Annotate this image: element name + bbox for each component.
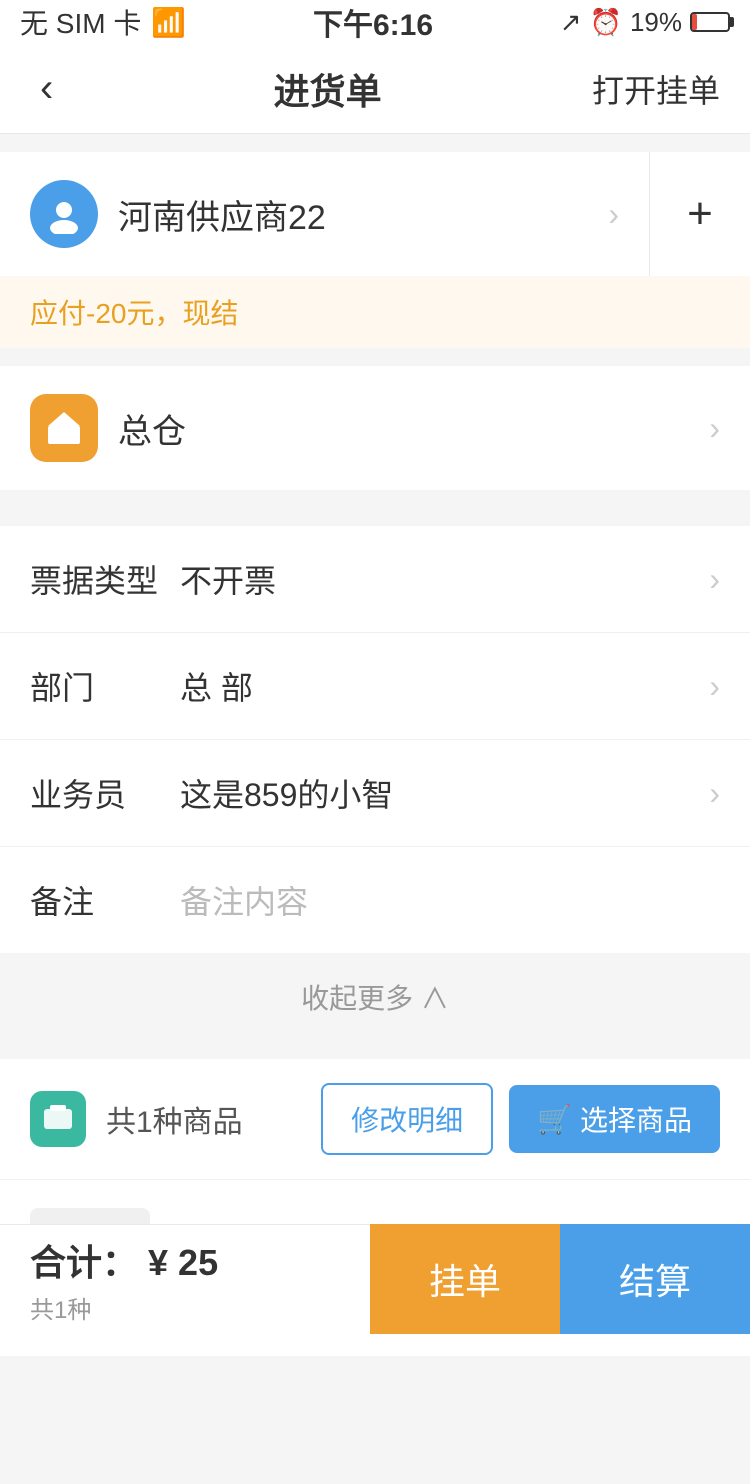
invoice-type-label: 票据类型 [30,556,160,602]
invoice-type-row[interactable]: 票据类型 不开票 › [0,526,750,633]
remark-label: 备注 [30,877,160,923]
products-header: 共1种商品 修改明细 🛒 选择商品 [0,1059,750,1180]
department-value: 总 部 [160,663,699,709]
chevron-right-icon: › [709,410,720,447]
wifi-icon: 📶 [151,6,186,39]
warehouse-icon [30,394,98,462]
remark-input[interactable]: 备注内容 [160,877,720,923]
notice-banner: 应付-20元，现结 [0,276,750,348]
total-amount: 合计： ¥ 25 [30,1234,340,1286]
chevron-right-icon: › [608,196,619,233]
collapse-button[interactable]: 收起更多 ∧ [0,953,750,1041]
form-section: 票据类型 不开票 › 部门 总 部 › 业务员 这是859的小智 › 备注 备注… [0,526,750,953]
page-title: 进货单 [274,63,382,115]
location-icon: ↗ [560,7,582,38]
total-section: 合计： ¥ 25 共1种 [0,1224,370,1334]
remark-row[interactable]: 备注 备注内容 [0,847,750,953]
notice-text: 应付-20元，现结 [30,298,238,329]
alarm-icon: ⏰ [590,7,622,38]
chevron-right-icon: › [709,561,720,598]
supplier-section: 河南供应商22 › + [0,152,750,276]
battery-percent: 19% [630,7,682,38]
total-label: 合计： [30,1242,138,1283]
supplier-name: 河南供应商22 [118,190,598,239]
cart-icon: 🛒 [537,1103,572,1136]
salesperson-value: 这是859的小智 [160,770,699,816]
chevron-right-icon: › [709,775,720,812]
select-product-label: 选择商品 [580,1099,692,1139]
status-carrier: 无 SIM 卡 📶 [20,2,186,42]
select-product-button[interactable]: 🛒 选择商品 [509,1085,720,1153]
hang-button[interactable]: 挂单 [370,1224,560,1334]
chevron-right-icon: › [709,668,720,705]
total-sub: 共1种 [30,1290,340,1325]
status-indicators: ↗ ⏰ 19% [560,7,730,38]
carrier-text: 无 SIM 卡 [20,2,141,42]
add-supplier-button[interactable]: + [650,152,750,276]
products-count: 共1种商品 [106,1097,321,1141]
total-value: ¥ 25 [148,1242,218,1283]
checkout-button[interactable]: 结算 [560,1224,750,1334]
collapse-label: 收起更多 ∧ [301,977,449,1017]
supplier-selector[interactable]: 河南供应商22 › [0,152,650,276]
bottom-bar: 合计： ¥ 25 共1种 挂单 结算 [0,1224,750,1334]
supplier-avatar [30,180,98,248]
warehouse-name: 总仓 [118,404,699,453]
edit-detail-button[interactable]: 修改明细 [321,1083,493,1155]
warehouse-section[interactable]: 总仓 › [0,366,750,490]
status-time: 下午6:16 [313,0,433,44]
battery-icon [690,12,730,32]
back-button[interactable]: ‹ [30,56,63,121]
department-row[interactable]: 部门 总 部 › [0,633,750,740]
products-icon [30,1091,86,1147]
salesperson-label: 业务员 [30,770,160,816]
department-label: 部门 [30,663,160,709]
nav-bar: ‹ 进货单 打开挂单 [0,44,750,134]
status-bar: 无 SIM 卡 📶 下午6:16 ↗ ⏰ 19% [0,0,750,44]
open-hang-button[interactable]: 打开挂单 [592,66,720,112]
invoice-type-value: 不开票 [160,556,699,602]
salesperson-row[interactable]: 业务员 这是859的小智 › [0,740,750,847]
